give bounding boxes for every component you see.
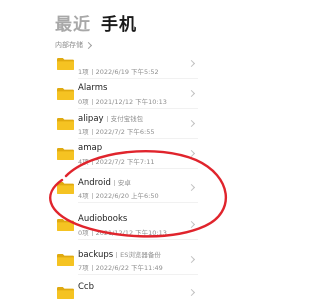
chevron-right-icon [187,183,196,192]
folder-name: backups [78,250,114,260]
folder-item-count: 4项 [78,192,89,200]
chevron-right-icon [187,220,196,229]
folder-meta: 0项 2021/12/12 下午10:13 [78,227,167,237]
folder-item-count: 7项 [78,264,89,272]
folder-meta: 1项 2022/6/19 下午5:52 [78,66,159,76]
folder-meta: 4项 2022/6/20 上午6:50 [78,190,159,200]
meta-separator [113,180,115,186]
row-divider [78,239,198,240]
folder-tag: ES浏览器备份 [120,251,161,259]
chevron-right-icon [84,41,93,49]
folder-name: Android [78,178,111,188]
folder-icon [56,57,75,71]
meta-separator [91,69,93,75]
row-divider [78,202,198,203]
meta-separator [91,193,93,199]
folder-date: 2022/6/19 下午5:52 [95,68,159,76]
folder-meta: 4项 2022/7/2 下午7:11 [78,156,155,166]
folder-date: 2022/6/20 上午6:50 [95,192,159,200]
folder-date: 2022/7/2 下午7:11 [95,158,155,166]
folder-icon [56,181,75,195]
chevron-right-icon [187,119,196,128]
folder-item-count: 1项 [78,68,89,76]
chevron-right-icon [187,89,196,98]
meta-separator [91,99,93,105]
folder-name: Alarms [78,83,108,93]
meta-separator [106,116,108,122]
folder-icon [56,253,75,267]
folder-row[interactable]: alipay 支付宝钱包 1项 2022/7/2 下午6:55 [0,109,250,139]
folder-row[interactable]: backups ES浏览器备份 7项 2022/6/22 下午11:49 [0,245,250,275]
folder-date: 2021/12/12 下午10:13 [95,229,167,237]
folder-item-count: 1项 [78,128,89,136]
meta-separator [91,129,93,135]
folder-item-count: 0项 [78,98,89,106]
chevron-right-icon [187,288,196,297]
folder-item-count: 4项 [78,158,89,166]
tab-phone[interactable]: 手机 [101,10,137,35]
folder-icon [56,218,75,232]
header-tabs: 最近 手机 [55,10,137,35]
folder-meta: 1项 2022/7/2 下午6:55 [78,126,155,136]
meta-separator [116,252,118,258]
folder-row[interactable]: Audiobooks 0项 2021/12/12 下午10:13 [0,210,250,240]
folder-name: Ccb [78,282,95,292]
meta-separator [91,265,93,271]
folder-row[interactable]: amap 4项 2022/7/2 下午7:11 [0,139,250,169]
chevron-right-icon [187,149,196,158]
meta-separator [91,230,93,236]
folder-tag: 安卓 [117,179,131,187]
folder-item-count: 0项 [78,229,89,237]
folder-name-line: Android 安卓 [78,177,131,188]
folder-name-line: backups ES浏览器备份 [78,249,161,260]
tab-recent[interactable]: 最近 [55,10,91,35]
folder-icon [56,117,75,131]
folder-name: alipay [78,114,104,124]
folder-date: 2022/7/2 下午6:55 [95,128,155,136]
folder-name-line: alipay 支付宝钱包 [78,113,143,124]
folder-row[interactable]: 1项 2022/6/19 下午5:52 [0,49,250,79]
folder-icon [56,147,75,161]
folder-date: 2021/12/12 下午10:13 [95,98,167,106]
folder-icon [56,87,75,101]
folder-row[interactable]: Alarms 0项 2021/12/12 下午10:13 [0,79,250,109]
folder-meta: 7项 2022/6/22 下午11:49 [78,262,163,272]
chevron-right-icon [187,255,196,264]
meta-separator [91,159,93,165]
file-manager-screen: 最近 手机 内部存储 1项 2022/6/19 下午5:52 Alarms 0项 2… [0,0,250,300]
folder-row[interactable]: Android 安卓 4项 2022/6/20 上午6:50 [0,173,250,203]
folder-icon [56,286,75,300]
folder-name: Audiobooks [78,214,128,224]
chevron-right-icon [187,59,196,68]
folder-tag: 支付宝钱包 [110,115,144,123]
folder-row[interactable]: Ccb [0,278,250,300]
folder-date: 2022/6/22 下午11:49 [95,264,163,272]
folder-name: amap [78,143,103,153]
folder-meta: 0项 2021/12/12 下午10:13 [78,96,167,106]
row-divider [78,168,198,169]
row-divider [78,274,198,275]
